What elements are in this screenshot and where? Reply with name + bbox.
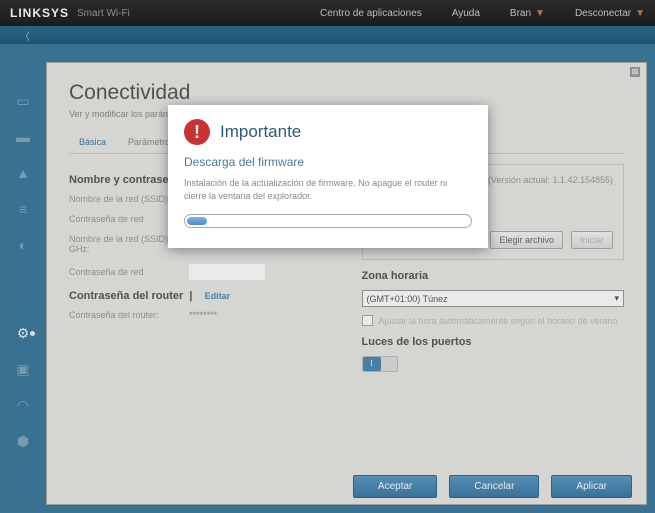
modal-subtitle: Descarga del firmware (184, 155, 472, 169)
warning-icon: ! (184, 119, 210, 145)
progress-fill (187, 217, 207, 225)
modal-title: Importante (220, 122, 301, 142)
modal-overlay (0, 0, 655, 513)
firmware-modal: ! Importante Descarga del firmware Insta… (168, 105, 488, 248)
progress-bar (184, 214, 472, 228)
modal-text: Instalación de la actualización de firmw… (184, 177, 472, 202)
